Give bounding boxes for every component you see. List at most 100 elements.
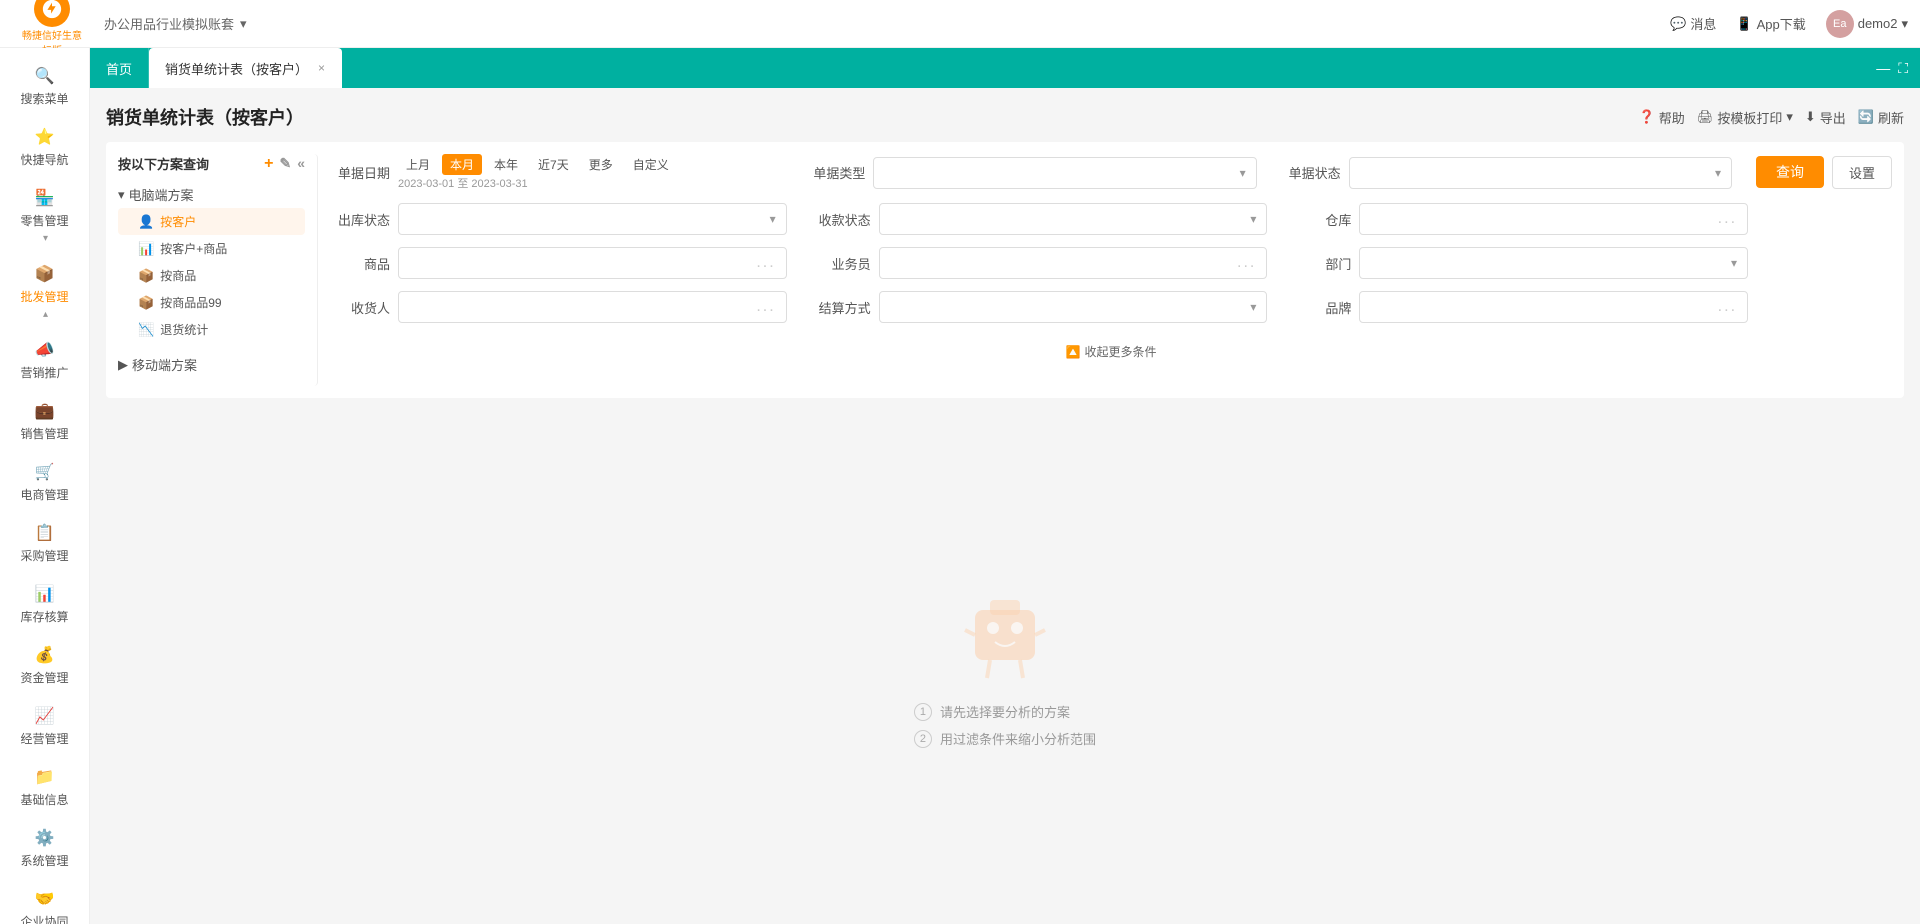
receipt-status-input[interactable]: ▾ (879, 203, 1268, 235)
scheme-item-by-customer-product[interactable]: 📊 按客户+商品 (118, 235, 305, 262)
retail-arrow-icon: ▾ (43, 233, 48, 244)
date-tab-this-month[interactable]: 本月 (442, 154, 482, 175)
filter-field-product: 商品 ... (330, 247, 787, 279)
settlement-input[interactable]: ▾ (879, 291, 1268, 323)
export-btn[interactable]: ⬇ 导出 (1805, 108, 1846, 127)
date-tab-7days[interactable]: 近7天 (530, 154, 577, 175)
help-btn[interactable]: ❓ 帮助 (1639, 108, 1685, 127)
scheme-group-desktop-arrow-icon: ▾ (118, 187, 125, 203)
doc-type-chevron-icon: ▾ (1240, 166, 1246, 180)
scheme-group-desktop-label: 电脑端方案 (129, 185, 194, 204)
print-btn[interactable]: 🖨 按模板打印 ▾ (1697, 108, 1793, 127)
sidebar-item-operations-mgmt[interactable]: 📈 经营管理 (0, 696, 89, 757)
tab-home[interactable]: 首页 (90, 48, 149, 88)
scheme-collapse-btn[interactable]: « (297, 155, 305, 173)
finance-mgmt-icon: 💰 (35, 645, 55, 665)
refresh-label: 刷新 (1878, 108, 1904, 127)
print-dropdown-icon: ▾ (1786, 109, 1793, 125)
empty-tip-1: 1 请先选择要分析的方案 (914, 702, 1096, 721)
sidebar-item-retail-mgmt[interactable]: 🏪 零售管理 ▾ (0, 178, 89, 254)
sidebar-item-system-mgmt[interactable]: ⚙️ 系统管理 (0, 818, 89, 879)
date-tab-custom[interactable]: 自定义 (625, 154, 677, 175)
date-tab-more[interactable]: 更多 (581, 154, 621, 175)
username: demo2 (1858, 16, 1898, 31)
action-btns: 查询 设置 (1756, 156, 1892, 189)
sidebar-item-search-menu[interactable]: 🔍 搜索菜单 (0, 56, 89, 117)
date-tabs: 上月 本月 本年 近7天 更多 自定义 (398, 154, 781, 175)
date-tab-last-month[interactable]: 上月 (398, 154, 438, 175)
print-label: 按模板打印 (1717, 108, 1782, 127)
export-icon: ⬇ (1805, 109, 1816, 125)
sidebar-item-finance-mgmt[interactable]: 💰 资金管理 (0, 635, 89, 696)
tab-close-icon[interactable]: × (318, 61, 325, 75)
collapse-up-icon: 🔼 (1066, 345, 1081, 359)
tab-bar: 首页 销货单统计表（按客户） × — ⛶ (90, 48, 1920, 88)
scheme-group-mobile-title[interactable]: ▶ 移动端方案 (118, 351, 305, 378)
date-range: 2023-03-01 至 2023-03-31 (398, 175, 781, 191)
receiver-input[interactable]: ... (398, 291, 787, 323)
sidebar-item-sales-mgmt[interactable]: 💼 销售管理 (0, 391, 89, 452)
scheme-item-by-product[interactable]: 📦 按商品 (118, 262, 305, 289)
collapse-bar[interactable]: 🔼 收起更多条件 (330, 335, 1892, 368)
sidebar-item-inventory[interactable]: 📊 库存核算 (0, 574, 89, 635)
logo-icon (34, 0, 70, 27)
user-menu[interactable]: Ea demo2 ▾ (1826, 10, 1908, 38)
sidebar-item-wholesale-mgmt[interactable]: 📦 批发管理 ▴ (0, 254, 89, 330)
out-status-input[interactable]: ▾ (398, 203, 787, 235)
scheme-item-by-product-label: 按商品 (160, 267, 196, 284)
scheme-item-by-customer-product-label: 按客户+商品 (160, 240, 227, 257)
sidebar-item-marketing[interactable]: 📣 营销推广 (0, 330, 89, 391)
scheme-edit-btn[interactable]: ✎ (279, 155, 291, 173)
tab-sales-stats[interactable]: 销货单统计表（按客户） × (149, 48, 342, 88)
collapse-label: 收起更多条件 (1084, 343, 1156, 360)
app-download-icon: 📱 (1736, 16, 1752, 32)
sidebar-item-basic-info[interactable]: 📁 基础信息 (0, 757, 89, 818)
print-icon: 🖨 (1697, 109, 1714, 125)
filter-row-1: 单据日期 上月 本月 本年 近7天 更多 自定义 (330, 154, 1892, 191)
sidebar-item-enterprise-collab[interactable]: 🤝 企业协同 (0, 879, 89, 924)
message-btn[interactable]: 💬 消息 (1670, 14, 1716, 33)
doc-status-input[interactable]: ▾ (1349, 157, 1732, 189)
brand-input[interactable]: ... (1359, 291, 1748, 323)
scheme-group-mobile-label: 移动端方案 (132, 355, 197, 374)
product-label: 商品 (330, 254, 390, 273)
query-button[interactable]: 查询 (1756, 156, 1824, 188)
filter-field-doc-status: 单据状态 ▾ (1281, 157, 1732, 189)
sidebar: 🔍 搜索菜单 ⭐ 快捷导航 🏪 零售管理 ▾ 📦 批发管理 ▴ 📣 营销推广 (0, 48, 90, 924)
breadcrumb-arrow: ▾ (240, 16, 247, 32)
department-input[interactable]: ▾ (1359, 247, 1748, 279)
sidebar-label-inventory: 库存核算 (20, 608, 68, 625)
sidebar-item-ecommerce-mgmt[interactable]: 🛒 电商管理 (0, 452, 89, 513)
warehouse-input[interactable]: ... (1359, 203, 1748, 235)
refresh-icon: 🔄 (1858, 109, 1874, 125)
sidebar-item-purchase-mgmt[interactable]: 📋 采购管理 (0, 513, 89, 574)
refresh-btn[interactable]: 🔄 刷新 (1858, 108, 1904, 127)
sidebar-label-system: 系统管理 (20, 852, 68, 869)
product-input[interactable]: ... (398, 247, 787, 279)
doc-type-input[interactable]: ▾ (873, 157, 1256, 189)
filter-field-brand: 品牌 ... (1291, 291, 1748, 323)
salesperson-input[interactable]: ... (879, 247, 1268, 279)
scheme-add-btn[interactable]: + (264, 155, 273, 173)
minimize-icon[interactable]: — (1876, 60, 1890, 76)
maximize-icon[interactable]: ⛶ (1898, 60, 1908, 77)
tab-window-controls: — ⛶ (1876, 60, 1920, 77)
sidebar-label-purchase: 采购管理 (20, 547, 68, 564)
receiver-label: 收货人 (330, 298, 390, 317)
date-label: 单据日期 (330, 163, 390, 182)
settings-button[interactable]: 设置 (1832, 156, 1892, 189)
filter-field-date: 单据日期 上月 本月 本年 近7天 更多 自定义 (330, 154, 781, 191)
wholesale-mgmt-icon: 📦 (35, 264, 55, 284)
sidebar-label-search: 搜索菜单 (20, 90, 68, 107)
date-tab-this-year[interactable]: 本年 (486, 154, 526, 175)
sidebar-item-quick-nav[interactable]: ⭐ 快捷导航 (0, 117, 89, 178)
message-icon: 💬 (1670, 16, 1686, 32)
scheme-item-by-product-99[interactable]: 📦 按商品品99 (118, 289, 305, 316)
app-download-btn[interactable]: 📱 App下载 (1736, 14, 1805, 33)
scheme-group-desktop-title[interactable]: ▾ 电脑端方案 (118, 181, 305, 208)
sidebar-label-sales: 销售管理 (20, 425, 68, 442)
sidebar-label-retail: 零售管理 (20, 212, 68, 229)
salesperson-label: 业务员 (811, 254, 871, 273)
scheme-item-by-customer[interactable]: 👤 按客户 (118, 208, 305, 235)
scheme-item-return-stats[interactable]: 📉 退货统计 (118, 316, 305, 343)
